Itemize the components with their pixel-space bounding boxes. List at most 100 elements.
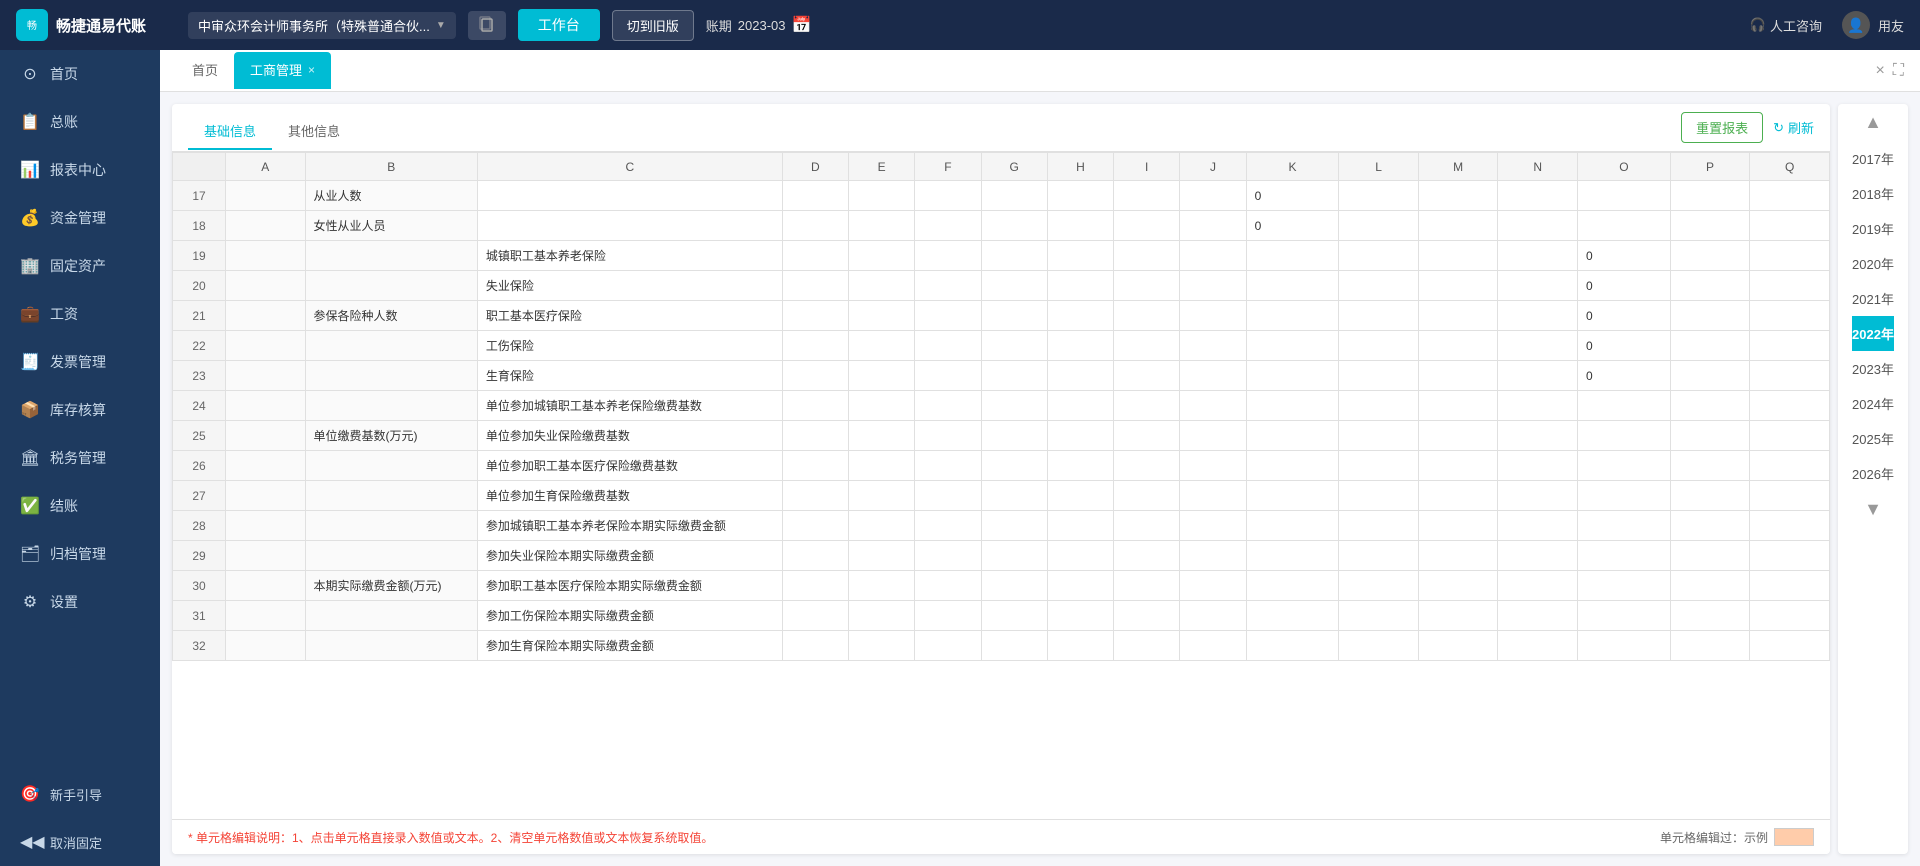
cell-i[interactable]: [1114, 601, 1180, 631]
cell-b[interactable]: [305, 451, 477, 481]
sidebar-item-settings[interactable]: ⚙ 设置: [0, 578, 160, 626]
cell-i[interactable]: [1114, 481, 1180, 511]
cell-l[interactable]: [1339, 541, 1419, 571]
cell-f[interactable]: [915, 481, 981, 511]
cell-g[interactable]: [981, 571, 1047, 601]
cell-m[interactable]: [1418, 391, 1498, 421]
cell-f[interactable]: [915, 631, 981, 661]
cell-p[interactable]: [1670, 541, 1750, 571]
cell-b[interactable]: [305, 481, 477, 511]
cell-q[interactable]: [1750, 301, 1830, 331]
cell-o[interactable]: [1577, 631, 1670, 661]
cell-e[interactable]: [849, 451, 915, 481]
cell-o[interactable]: 0: [1577, 361, 1670, 391]
cell-l[interactable]: [1339, 361, 1419, 391]
cell-a[interactable]: [226, 481, 306, 511]
cell-i[interactable]: [1114, 571, 1180, 601]
cell-d[interactable]: [782, 211, 848, 241]
cell-j[interactable]: [1180, 571, 1246, 601]
cell-k[interactable]: [1246, 511, 1339, 541]
cell-n[interactable]: [1498, 631, 1578, 661]
cell-e[interactable]: [849, 391, 915, 421]
cell-k[interactable]: [1246, 601, 1339, 631]
cell-l[interactable]: [1339, 451, 1419, 481]
copy-button[interactable]: [468, 11, 506, 40]
switch-version-button[interactable]: 切到旧版: [612, 10, 694, 41]
cell-p[interactable]: [1670, 181, 1750, 211]
year-item[interactable]: 2022年: [1852, 316, 1894, 351]
cell-k[interactable]: 0: [1246, 211, 1339, 241]
cell-a[interactable]: [226, 511, 306, 541]
cell-h[interactable]: [1047, 481, 1113, 511]
sidebar-item-invoice[interactable]: 🧾 发票管理: [0, 338, 160, 386]
cell-c[interactable]: 参加失业保险本期实际缴费金额: [477, 541, 782, 571]
cell-g[interactable]: [981, 331, 1047, 361]
sidebar-item-unpin[interactable]: ◀◀ 取消固定: [0, 818, 160, 866]
cell-k[interactable]: [1246, 481, 1339, 511]
cell-c[interactable]: 参加工伤保险本期实际缴费金额: [477, 601, 782, 631]
cell-l[interactable]: [1339, 331, 1419, 361]
cell-o[interactable]: [1577, 511, 1670, 541]
cell-o[interactable]: [1577, 211, 1670, 241]
sidebar-item-report[interactable]: 📊 报表中心: [0, 146, 160, 194]
cell-d[interactable]: [782, 391, 848, 421]
cell-q[interactable]: [1750, 181, 1830, 211]
cell-j[interactable]: [1180, 541, 1246, 571]
cell-p[interactable]: [1670, 511, 1750, 541]
cell-a[interactable]: [226, 241, 306, 271]
cell-g[interactable]: [981, 211, 1047, 241]
cell-g[interactable]: [981, 421, 1047, 451]
cell-h[interactable]: [1047, 391, 1113, 421]
cell-q[interactable]: [1750, 241, 1830, 271]
service-button[interactable]: 🎧 人工咨询: [1750, 16, 1822, 35]
cell-d[interactable]: [782, 181, 848, 211]
cell-j[interactable]: [1180, 631, 1246, 661]
cell-k[interactable]: [1246, 541, 1339, 571]
cell-h[interactable]: [1047, 181, 1113, 211]
cell-f[interactable]: [915, 511, 981, 541]
tab-home[interactable]: 首页: [176, 52, 234, 89]
cell-h[interactable]: [1047, 301, 1113, 331]
cell-q[interactable]: [1750, 631, 1830, 661]
cell-e[interactable]: [849, 421, 915, 451]
cell-k[interactable]: [1246, 301, 1339, 331]
cell-m[interactable]: [1418, 541, 1498, 571]
cell-f[interactable]: [915, 241, 981, 271]
cell-n[interactable]: [1498, 541, 1578, 571]
cell-i[interactable]: [1114, 211, 1180, 241]
cell-b[interactable]: 单位缴费基数(万元): [305, 421, 477, 451]
cell-g[interactable]: [981, 301, 1047, 331]
cell-a[interactable]: [226, 451, 306, 481]
cell-k[interactable]: [1246, 451, 1339, 481]
cell-q[interactable]: [1750, 391, 1830, 421]
cell-c[interactable]: 生育保险: [477, 361, 782, 391]
cell-c[interactable]: 单位参加城镇职工基本养老保险缴费基数: [477, 391, 782, 421]
cell-n[interactable]: [1498, 241, 1578, 271]
cell-a[interactable]: [226, 211, 306, 241]
cell-j[interactable]: [1180, 391, 1246, 421]
cell-n[interactable]: [1498, 601, 1578, 631]
cell-l[interactable]: [1339, 511, 1419, 541]
cell-e[interactable]: [849, 181, 915, 211]
cell-a[interactable]: [226, 331, 306, 361]
sidebar-item-home[interactable]: ⊙ 首页: [0, 50, 160, 98]
cell-b[interactable]: [305, 361, 477, 391]
cell-n[interactable]: [1498, 391, 1578, 421]
cell-n[interactable]: [1498, 181, 1578, 211]
cell-p[interactable]: [1670, 571, 1750, 601]
cell-d[interactable]: [782, 511, 848, 541]
cell-p[interactable]: [1670, 391, 1750, 421]
sidebar-item-inventory[interactable]: 📦 库存核算: [0, 386, 160, 434]
cell-e[interactable]: [849, 271, 915, 301]
cell-a[interactable]: [226, 601, 306, 631]
cell-f[interactable]: [915, 361, 981, 391]
cell-g[interactable]: [981, 361, 1047, 391]
cell-m[interactable]: [1418, 631, 1498, 661]
cell-p[interactable]: [1670, 481, 1750, 511]
cell-k[interactable]: [1246, 241, 1339, 271]
cell-c[interactable]: 参加城镇职工基本养老保险本期实际缴费金额: [477, 511, 782, 541]
cell-a[interactable]: [226, 361, 306, 391]
cell-a[interactable]: [226, 421, 306, 451]
cell-n[interactable]: [1498, 571, 1578, 601]
cell-n[interactable]: [1498, 271, 1578, 301]
